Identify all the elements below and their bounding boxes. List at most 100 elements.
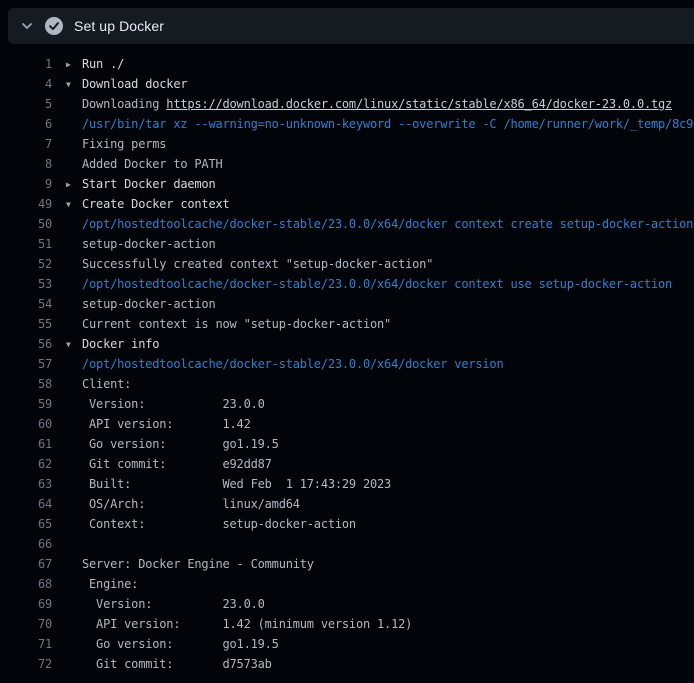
log-line: 8 Added Docker to PATH xyxy=(0,154,694,174)
log-line: 5 Downloading https://download.docker.com… xyxy=(0,94,694,114)
line-number[interactable]: 67 xyxy=(0,554,52,574)
log-text-line: OS/Arch: linux/amd64 xyxy=(66,494,300,514)
log-text-line: Built: Wed Feb 1 17:43:29 2023 xyxy=(66,474,391,494)
log-lines: 1▶Run ./4▼Download docker5Downloading ht… xyxy=(0,44,694,674)
log-text: Downloading xyxy=(82,97,166,111)
log-text: Server: Docker Engine - Community xyxy=(82,557,314,571)
group-title: Create Docker context xyxy=(82,197,230,211)
line-number[interactable]: 57 xyxy=(0,354,52,374)
log-line[interactable]: 9 ▶Start Docker daemon xyxy=(0,174,694,194)
line-number[interactable]: 51 xyxy=(0,234,52,254)
line-number[interactable]: 66 xyxy=(0,534,52,554)
log-text-line: Fixing perms xyxy=(66,134,166,154)
triangle-right-icon: ▶ xyxy=(66,175,82,194)
log-line[interactable]: 1▶Run ./ xyxy=(0,54,694,74)
command-text: /opt/hostedtoolcache/docker-stable/23.0.… xyxy=(82,217,693,231)
line-number[interactable]: 49 xyxy=(0,194,52,214)
log-line: 7 Fixing perms xyxy=(0,134,694,154)
command-line: /opt/hostedtoolcache/docker-stable/23.0.… xyxy=(66,214,693,234)
log-text-line: Added Docker to PATH xyxy=(66,154,223,174)
line-number[interactable]: 53 xyxy=(0,274,52,294)
group-title: Download docker xyxy=(82,77,187,91)
download-url-link[interactable]: https://download.docker.com/linux/static… xyxy=(166,97,672,111)
log-line: 69 Version: 23.0.0 xyxy=(0,594,694,614)
command-line: /usr/bin/tar xz --warning=no-unknown-key… xyxy=(66,114,694,134)
line-number[interactable]: 5 xyxy=(0,94,52,114)
log-line: 67 Server: Docker Engine - Community xyxy=(0,554,694,574)
log-text: Client: xyxy=(82,377,131,391)
line-number[interactable]: 60 xyxy=(0,414,52,434)
log-text: Git commit: d7573ab xyxy=(82,657,272,671)
line-number[interactable]: 70 xyxy=(0,614,52,634)
log-text-line: Successfully created context "setup-dock… xyxy=(66,254,433,274)
log-line: 66 xyxy=(0,534,694,554)
log-text: setup-docker-action xyxy=(82,237,215,251)
line-number[interactable]: 1 xyxy=(0,54,52,74)
command-line: /opt/hostedtoolcache/docker-stable/23.0.… xyxy=(66,354,503,374)
log-line: 57/opt/hostedtoolcache/docker-stable/23.… xyxy=(0,354,694,374)
line-number[interactable]: 65 xyxy=(0,514,52,534)
line-number[interactable]: 55 xyxy=(0,314,52,334)
step-title: Set up Docker xyxy=(74,18,164,34)
log-text-line: Server: Docker Engine - Community xyxy=(66,554,314,574)
log-line: 70 API version: 1.42 (minimum version 1.… xyxy=(0,614,694,634)
log-text-line: Go version: go1.19.5 xyxy=(66,634,279,654)
group-header: ▼Docker info xyxy=(66,334,159,354)
log-line[interactable]: 49 ▼Create Docker context xyxy=(0,194,694,214)
line-number[interactable]: 4 xyxy=(0,74,52,94)
line-number[interactable]: 72 xyxy=(0,654,52,674)
line-number[interactable]: 6 xyxy=(0,114,52,134)
line-number[interactable]: 50 xyxy=(0,214,52,234)
log-text-line: Version: 23.0.0 xyxy=(66,394,265,414)
log-text: Engine: xyxy=(82,577,138,591)
log-line: 51 setup-docker-action xyxy=(0,234,694,254)
triangle-down-icon: ▼ xyxy=(66,195,82,214)
line-number[interactable]: 56 xyxy=(0,334,52,354)
step-header[interactable]: Set up Docker xyxy=(8,8,694,44)
log-text: API version: 1.42 xyxy=(82,417,251,431)
group-header: ▶Start Docker daemon xyxy=(66,174,215,194)
line-number[interactable]: 58 xyxy=(0,374,52,394)
group-title: Docker info xyxy=(82,337,159,351)
line-number[interactable]: 63 xyxy=(0,474,52,494)
log-text: Git commit: e92dd87 xyxy=(82,457,272,471)
log-text-line: Downloading https://download.docker.com/… xyxy=(66,94,672,114)
log-line: 58 Client: xyxy=(0,374,694,394)
log-line: 60 API version: 1.42 xyxy=(0,414,694,434)
line-number[interactable]: 61 xyxy=(0,434,52,454)
log-text: Built: Wed Feb 1 17:43:29 2023 xyxy=(82,477,391,491)
line-number[interactable]: 52 xyxy=(0,254,52,274)
log-text: OS/Arch: linux/amd64 xyxy=(82,497,300,511)
line-number[interactable]: 9 xyxy=(0,174,52,194)
command-line: /opt/hostedtoolcache/docker-stable/23.0.… xyxy=(66,274,672,294)
log-line[interactable]: 56 ▼Docker info xyxy=(0,334,694,354)
log-line[interactable]: 4▼Download docker xyxy=(0,74,694,94)
line-number[interactable]: 68 xyxy=(0,574,52,594)
log-text: Version: 23.0.0 xyxy=(82,397,265,411)
log-line: 59 Version: 23.0.0 xyxy=(0,394,694,414)
line-number[interactable]: 54 xyxy=(0,294,52,314)
log-text-line: Engine: xyxy=(66,574,138,594)
log-line: 6/usr/bin/tar xz --warning=no-unknown-ke… xyxy=(0,114,694,134)
line-number[interactable]: 64 xyxy=(0,494,52,514)
log-text: Version: 23.0.0 xyxy=(82,597,265,611)
log-line: 62 Git commit: e92dd87 xyxy=(0,454,694,474)
line-number[interactable]: 8 xyxy=(0,154,52,174)
log-text-line: Version: 23.0.0 xyxy=(66,594,265,614)
log-line: 54 setup-docker-action xyxy=(0,294,694,314)
log-line: 68 Engine: xyxy=(0,574,694,594)
log-text-line: Go version: go1.19.5 xyxy=(66,434,279,454)
chevron-down-icon[interactable] xyxy=(20,19,34,33)
line-number[interactable]: 62 xyxy=(0,454,52,474)
log-line: 65 Context: setup-docker-action xyxy=(0,514,694,534)
check-circle-icon xyxy=(44,16,64,36)
log-text-line: Git commit: d7573ab xyxy=(66,654,272,674)
log-text-line: setup-docker-action xyxy=(66,234,215,254)
log-text: Successfully created context "setup-dock… xyxy=(82,257,433,271)
line-number[interactable]: 7 xyxy=(0,134,52,154)
line-number[interactable]: 71 xyxy=(0,634,52,654)
log-text-line: API version: 1.42 xyxy=(66,414,251,434)
line-number[interactable]: 59 xyxy=(0,394,52,414)
line-number[interactable]: 69 xyxy=(0,594,52,614)
log-text-line: setup-docker-action xyxy=(66,294,215,314)
